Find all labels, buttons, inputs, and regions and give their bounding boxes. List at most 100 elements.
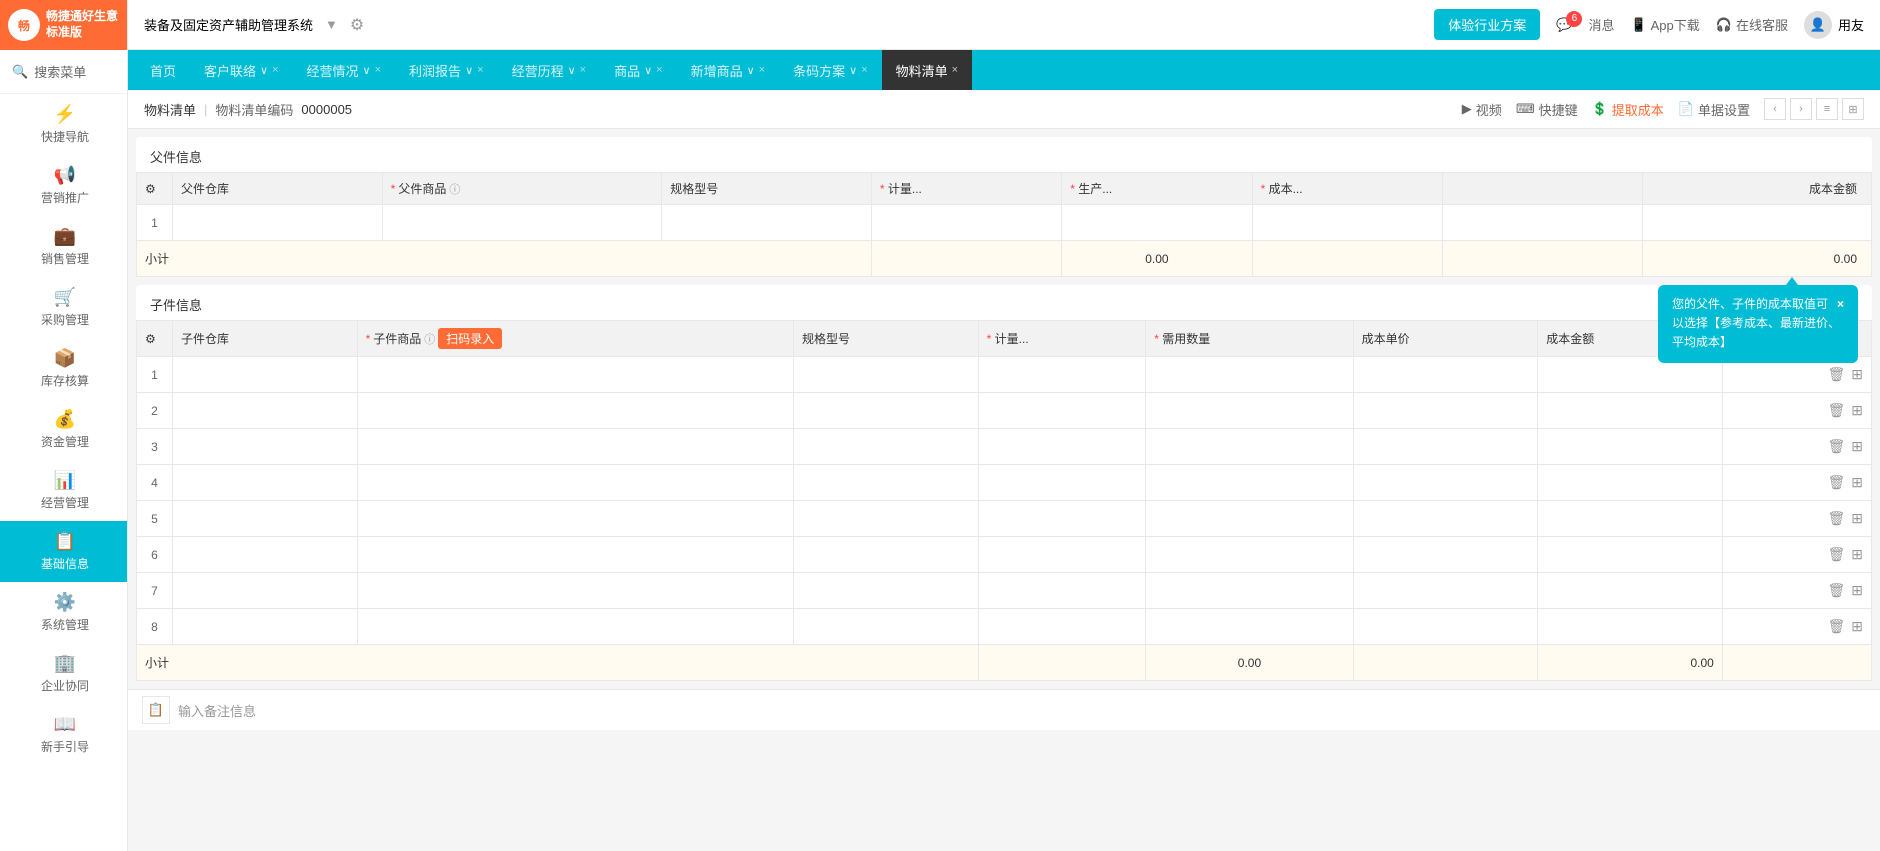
sidebar-item-quick-nav[interactable]: ⚡ 快捷导航 (0, 94, 127, 155)
child-row-7-spec[interactable] (794, 573, 979, 609)
child-row-4-warehouse[interactable] (173, 465, 358, 501)
parent-row-1-warehouse[interactable] (173, 205, 383, 241)
view-button[interactable]: ▶ 视频 (1462, 100, 1502, 119)
child-row-8-unit[interactable] (978, 609, 1146, 645)
child-row-1-cost-unit[interactable] (1353, 357, 1538, 393)
message-label[interactable]: 消息 (1588, 15, 1614, 34)
child-row-7-needed-qty[interactable] (1146, 573, 1353, 609)
parent-row-1-cost[interactable] (1252, 205, 1442, 241)
sidebar-item-operations[interactable]: 📊 经营管理 (0, 460, 127, 521)
sidebar-item-inventory[interactable]: 📦 库存核算 (0, 338, 127, 399)
tab-new-goods[interactable]: 新增商品 ∨ × (677, 50, 780, 90)
tab-home[interactable]: 首页 (136, 50, 190, 90)
next-arrow[interactable]: › (1790, 98, 1812, 120)
child-row-3-spec[interactable] (794, 429, 979, 465)
copy-icon[interactable]: ⊞ (1851, 366, 1863, 383)
notes-label[interactable]: 输入备注信息 (178, 701, 256, 720)
tab-history-close[interactable]: × (580, 64, 586, 76)
child-row-2-spec[interactable] (794, 393, 979, 429)
child-row-1-warehouse[interactable] (173, 357, 358, 393)
notes-icon[interactable]: 📋 (142, 696, 170, 724)
parent-row-1-goods[interactable] (382, 205, 662, 241)
child-row-4-goods[interactable] (357, 465, 793, 501)
child-row-2-unit[interactable] (978, 393, 1146, 429)
child-row-2-needed-qty[interactable] (1146, 393, 1353, 429)
delete-icon[interactable]: 🗑 (1827, 474, 1845, 491)
delete-icon[interactable]: 🗑 (1827, 402, 1845, 419)
sidebar-item-sales[interactable]: 💼 销售管理 (0, 216, 127, 277)
tab-operations[interactable]: 经营情况 ∨ × (293, 50, 396, 90)
child-row-6-needed-qty[interactable] (1146, 537, 1353, 573)
dropdown-icon[interactable]: ▼ (325, 17, 338, 32)
child-row-3-warehouse[interactable] (173, 429, 358, 465)
app-download-button[interactable]: 📱 App下载 (1630, 15, 1699, 34)
shortcut-button[interactable]: ⌨ 快捷键 (1516, 100, 1578, 119)
child-row-2-cost-unit[interactable] (1353, 393, 1538, 429)
prev-arrow[interactable]: ‹ (1764, 98, 1786, 120)
expand-arrow[interactable]: ⊞ (1842, 98, 1864, 120)
child-row-8-warehouse[interactable] (173, 609, 358, 645)
parent-col-settings[interactable]: ⚙ (137, 173, 173, 205)
sidebar-item-purchase[interactable]: 🛒 采购管理 (0, 277, 127, 338)
child-row-1-spec[interactable] (794, 357, 979, 393)
user-section[interactable]: 👤 用友 (1804, 11, 1864, 39)
sidebar-item-basic-info[interactable]: 📋 基础信息 (0, 521, 127, 582)
child-row-2-goods[interactable] (357, 393, 793, 429)
child-row-8-spec[interactable] (794, 609, 979, 645)
copy-icon[interactable]: ⊞ (1851, 474, 1863, 491)
child-row-7-cost-unit[interactable] (1353, 573, 1538, 609)
sidebar-item-guide[interactable]: 📖 新手引导 (0, 704, 127, 765)
child-row-4-needed-qty[interactable] (1146, 465, 1353, 501)
copy-icon[interactable]: ⊞ (1851, 618, 1863, 635)
trial-button[interactable]: 体验行业方案 (1434, 9, 1540, 40)
child-row-6-goods[interactable] (357, 537, 793, 573)
child-row-5-unit[interactable] (978, 501, 1146, 537)
list-view-arrow[interactable]: ≡ (1816, 98, 1838, 120)
tab-bom-close[interactable]: × (952, 64, 958, 76)
tab-profit[interactable]: 利润报告 ∨ × (395, 50, 498, 90)
tab-goods-close[interactable]: × (656, 64, 662, 76)
sidebar-item-enterprise[interactable]: 🏢 企业协同 (0, 643, 127, 704)
child-row-6-warehouse[interactable] (173, 537, 358, 573)
sidebar-item-marketing[interactable]: 📢 营销推广 (0, 155, 127, 216)
delete-icon[interactable]: 🗑 (1827, 546, 1845, 563)
parent-row-1-spec[interactable] (662, 205, 872, 241)
tab-customers-close[interactable]: × (272, 64, 278, 76)
delete-icon[interactable]: 🗑 (1827, 582, 1845, 599)
child-row-4-spec[interactable] (794, 465, 979, 501)
copy-icon[interactable]: ⊞ (1851, 510, 1863, 527)
child-row-8-cost-unit[interactable] (1353, 609, 1538, 645)
online-service-button[interactable]: 🎧 在线客服 (1716, 15, 1788, 34)
child-row-8-needed-qty[interactable] (1146, 609, 1353, 645)
delete-icon[interactable]: 🗑 (1827, 510, 1845, 527)
child-row-1-needed-qty[interactable] (1146, 357, 1353, 393)
parent-row-1-unit[interactable] (871, 205, 1061, 241)
copy-icon[interactable]: ⊞ (1851, 582, 1863, 599)
delete-icon[interactable]: 🗑 (1827, 366, 1845, 383)
tab-customers[interactable]: 客户联络 ∨ × (190, 50, 293, 90)
settings-icon[interactable]: ⚙ (350, 15, 364, 35)
child-row-1-goods[interactable] (357, 357, 793, 393)
child-row-7-goods[interactable] (357, 573, 793, 609)
tab-new-goods-close[interactable]: × (759, 64, 765, 76)
child-row-5-cost-unit[interactable] (1353, 501, 1538, 537)
tab-goods[interactable]: 商品 ∨ × (600, 50, 677, 90)
copy-icon[interactable]: ⊞ (1851, 438, 1863, 455)
child-goods-info-icon[interactable]: ⓘ (424, 331, 435, 347)
child-row-3-goods[interactable] (357, 429, 793, 465)
delete-icon[interactable]: 🗑 (1827, 618, 1845, 635)
child-row-7-unit[interactable] (978, 573, 1146, 609)
child-row-6-spec[interactable] (794, 537, 979, 573)
child-row-5-spec[interactable] (794, 501, 979, 537)
child-row-6-cost-unit[interactable] (1353, 537, 1538, 573)
search-menu-button[interactable]: 🔍 搜索菜单 (8, 58, 119, 85)
child-row-7-warehouse[interactable] (173, 573, 358, 609)
child-row-6-unit[interactable] (978, 537, 1146, 573)
child-row-1-unit[interactable] (978, 357, 1146, 393)
tab-bom[interactable]: 物料清单 × (882, 50, 972, 90)
tab-barcode-close[interactable]: × (861, 64, 867, 76)
child-row-3-cost-unit[interactable] (1353, 429, 1538, 465)
child-row-5-warehouse[interactable] (173, 501, 358, 537)
extract-cost-button[interactable]: 💲 提取成本 (1592, 100, 1664, 119)
copy-icon[interactable]: ⊞ (1851, 546, 1863, 563)
